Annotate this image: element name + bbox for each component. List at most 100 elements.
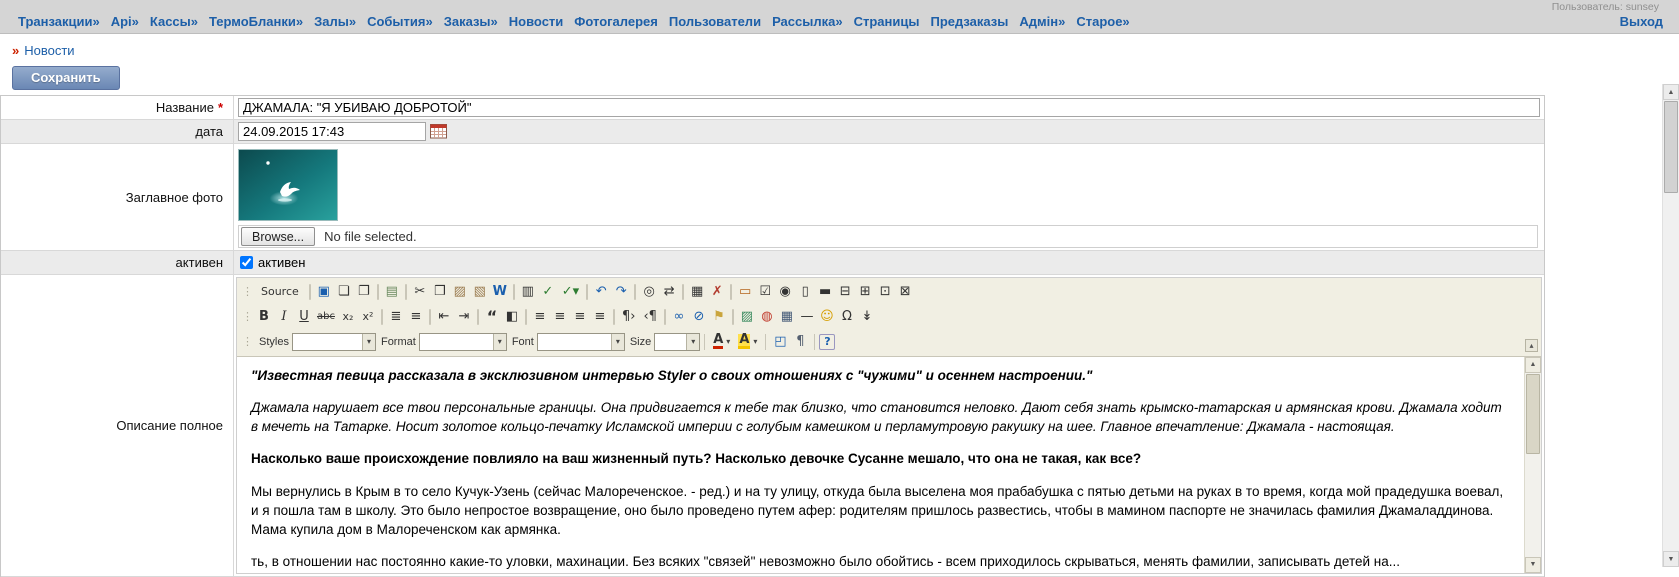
remove-format-icon[interactable]: ✗ [707, 282, 727, 302]
nav-zakazy[interactable]: Заказы» [444, 14, 498, 29]
horizontal-rule-icon[interactable]: — [797, 307, 817, 327]
date-input[interactable] [238, 122, 426, 141]
preview-icon[interactable]: ❐ [354, 282, 374, 302]
active-checkbox[interactable] [240, 256, 253, 269]
text-color-button[interactable]: A ▾ [709, 332, 734, 352]
title-photo-thumbnail [238, 149, 338, 221]
nav-kassy[interactable]: Кассы» [150, 14, 198, 29]
editor-scrollbar-thumb[interactable] [1526, 374, 1540, 454]
editor-content[interactable]: "Известная певица рассказала в эксклюзив… [237, 357, 1541, 573]
bulleted-list-icon[interactable]: ≡ [406, 307, 426, 327]
checkbox-icon[interactable]: ☑ [755, 282, 775, 302]
bidi-ltr-icon[interactable]: ¶› [618, 307, 639, 327]
maximize-icon[interactable]: ◰ [770, 332, 790, 352]
numbered-list-icon[interactable]: ≣ [386, 307, 406, 327]
page-scrollbar[interactable]: ▲ ▼ [1662, 84, 1679, 567]
nav-admin[interactable]: Адмін» [1019, 14, 1065, 29]
outdent-icon[interactable]: ⇤ [434, 307, 454, 327]
undo-icon[interactable]: ↶ [591, 282, 611, 302]
find-icon[interactable]: ◎ [639, 282, 659, 302]
copy-icon[interactable]: ❒ [430, 282, 450, 302]
div-icon[interactable]: ◧ [502, 307, 522, 327]
templates-icon[interactable]: ▤ [382, 282, 402, 302]
print-icon[interactable]: ▥ [518, 282, 538, 302]
underline-icon[interactable]: U [294, 307, 314, 327]
scroll-down-icon[interactable]: ▼ [1525, 557, 1541, 573]
nav-zaly[interactable]: Залы» [314, 14, 356, 29]
breadcrumb-news-link[interactable]: Новости [24, 43, 74, 58]
toolbar-collapse-button[interactable]: ▴ [1525, 339, 1538, 352]
title-input[interactable] [238, 98, 1540, 117]
page-scrollbar-thumb[interactable] [1664, 101, 1678, 193]
paste-icon[interactable]: ▨ [450, 282, 470, 302]
button-icon[interactable]: ⊞ [855, 282, 875, 302]
nav-api[interactable]: Api» [111, 14, 139, 29]
show-blocks-icon[interactable]: ¶ [790, 332, 810, 352]
indent-icon[interactable]: ⇥ [454, 307, 474, 327]
calendar-icon[interactable] [430, 123, 448, 140]
select-field-icon[interactable]: ⊟ [835, 282, 855, 302]
styles-dropdown[interactable]: ▾ [291, 332, 376, 351]
font-dropdown[interactable]: ▾ [536, 332, 625, 351]
nav-polzovateli[interactable]: Пользователи [669, 14, 761, 29]
nav-termoblanki[interactable]: ТермоБланки» [209, 14, 303, 29]
scroll-up-icon[interactable]: ▲ [1525, 357, 1541, 373]
hidden-field-icon[interactable]: ⊠ [895, 282, 915, 302]
align-justify-icon[interactable]: ≡ [590, 307, 610, 327]
new-page-icon[interactable]: ❏ [334, 282, 354, 302]
nav-novosti[interactable]: Новости [509, 14, 564, 29]
page-break-icon[interactable]: ↡ [857, 307, 877, 327]
nav-sobytiya[interactable]: События» [367, 14, 433, 29]
flash-icon[interactable]: ◍ [757, 307, 777, 327]
textarea-icon[interactable]: ▬ [815, 282, 835, 302]
subscript-icon[interactable]: x₂ [338, 307, 358, 327]
nav-predzakazy[interactable]: Предзаказы [930, 14, 1008, 29]
anchor-icon[interactable]: ⚑ [709, 307, 729, 327]
photo-file-input[interactable]: Browse... No file selected. [238, 225, 1538, 248]
paste-text-icon[interactable]: ▧ [470, 282, 490, 302]
align-left-icon[interactable]: ≡ [530, 307, 550, 327]
text-field-icon[interactable]: ▯ [795, 282, 815, 302]
smiley-icon[interactable]: ☺ [817, 307, 837, 327]
size-dropdown[interactable]: ▾ [654, 332, 701, 351]
special-char-icon[interactable]: Ω [837, 307, 857, 327]
table-icon[interactable]: ▦ [777, 307, 797, 327]
format-dropdown[interactable]: ▾ [418, 332, 507, 351]
scroll-up-icon[interactable]: ▲ [1663, 84, 1679, 100]
strike-icon[interactable]: abc [314, 307, 338, 327]
paste-word-icon[interactable]: W [490, 282, 510, 302]
radio-icon[interactable]: ◉ [775, 282, 795, 302]
nav-transactions[interactable]: Транзакции» [18, 14, 100, 29]
align-center-icon[interactable]: ≡ [550, 307, 570, 327]
nav-staroe[interactable]: Старое» [1076, 14, 1129, 29]
spell-check-icon[interactable]: ✓ [538, 282, 558, 302]
browse-button[interactable]: Browse... [241, 227, 316, 246]
nav-rassylka[interactable]: Рассылка» [772, 14, 843, 29]
scayt-icon[interactable]: ✓▾ [558, 282, 583, 302]
unlink-icon[interactable]: ⊘ [689, 307, 709, 327]
image-icon[interactable]: ▨ [737, 307, 757, 327]
scroll-down-icon[interactable]: ▼ [1663, 551, 1679, 567]
background-color-button[interactable]: A ▾ [734, 332, 761, 352]
form-icon[interactable]: ▭ [735, 282, 755, 302]
source-button[interactable]: Source [254, 282, 306, 302]
save-icon[interactable]: ▣ [314, 282, 334, 302]
bidi-rtl-icon[interactable]: ‹¶ [639, 307, 660, 327]
link-icon[interactable]: ∞ [669, 307, 689, 327]
select-all-icon[interactable]: ▦ [687, 282, 707, 302]
blockquote-icon[interactable]: “ [482, 307, 502, 327]
bold-icon[interactable]: B [254, 307, 274, 327]
save-button[interactable]: Сохранить [12, 66, 120, 90]
logout-link[interactable]: Выход [1620, 14, 1663, 29]
nav-stranitsy[interactable]: Страницы [854, 14, 920, 29]
redo-icon[interactable]: ↷ [611, 282, 631, 302]
nav-fotogalereya[interactable]: Фотогалерея [574, 14, 658, 29]
editor-scrollbar[interactable]: ▲ ▼ [1524, 357, 1541, 573]
cut-icon[interactable]: ✂ [410, 282, 430, 302]
superscript-icon[interactable]: x² [358, 307, 378, 327]
align-right-icon[interactable]: ≡ [570, 307, 590, 327]
about-icon[interactable]: ? [819, 333, 836, 350]
image-button-icon[interactable]: ⊡ [875, 282, 895, 302]
italic-icon[interactable]: I [274, 307, 294, 327]
replace-icon[interactable]: ⇄ [659, 282, 679, 302]
